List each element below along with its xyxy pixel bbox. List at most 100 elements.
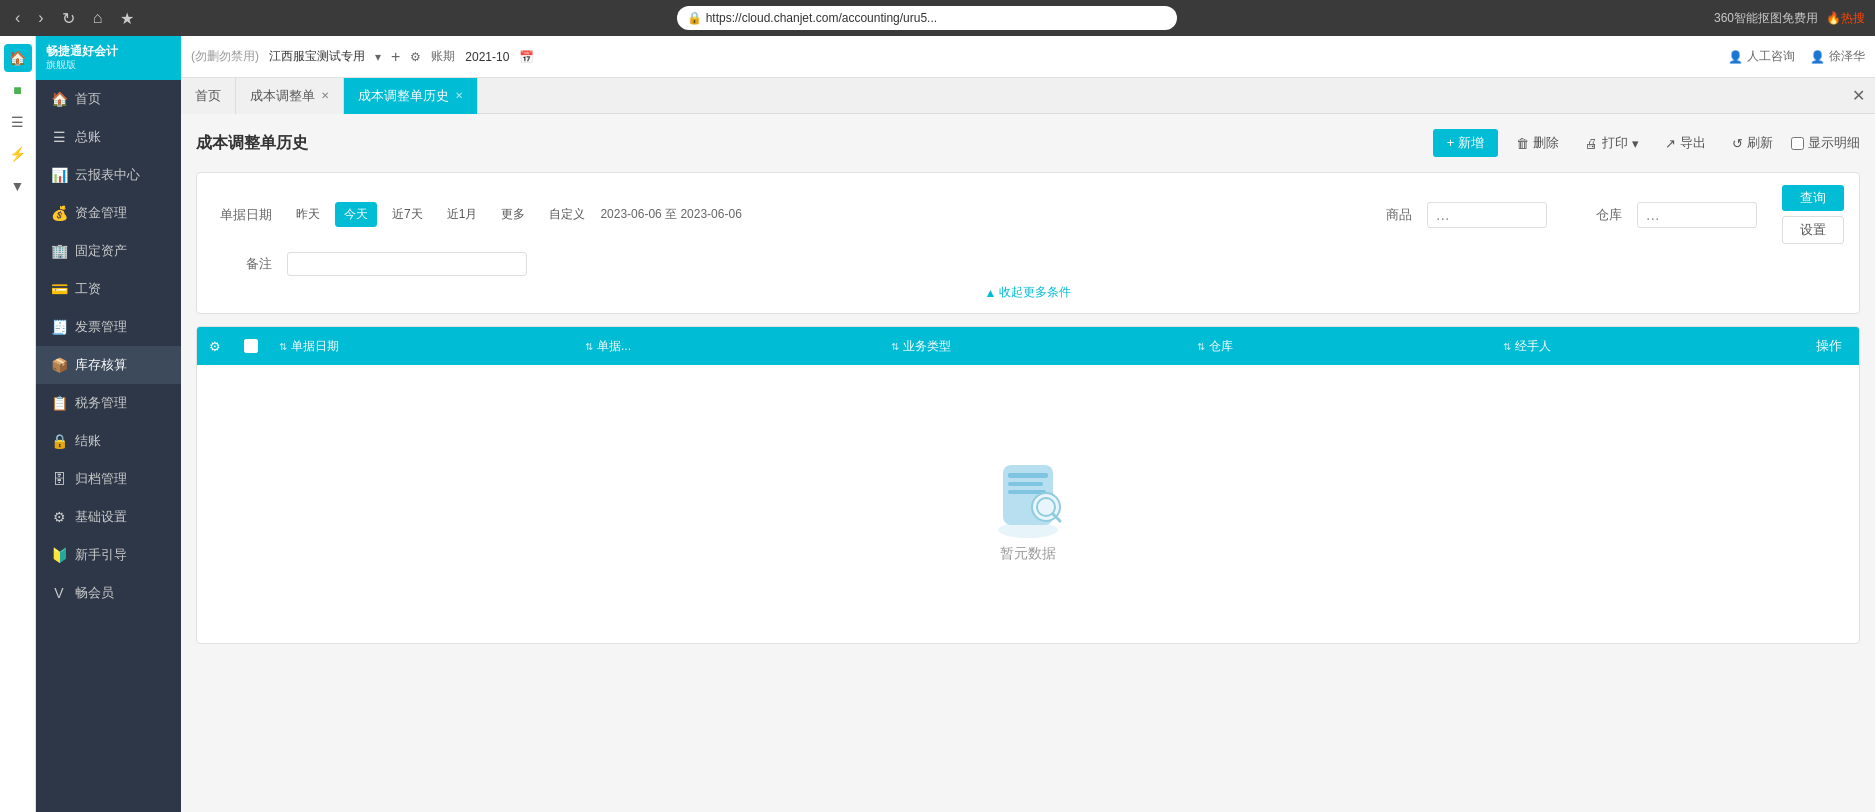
rail-icon-5[interactable]: ▼ (4, 172, 32, 200)
date-btn-yesterday[interactable]: 昨天 (287, 202, 329, 227)
refresh-button[interactable]: ↺ 刷新 (1724, 130, 1781, 156)
tab-cost-adjust[interactable]: 成本调整单 ✕ (236, 78, 344, 114)
sidebar-item-archive[interactable]: 🗄 归档管理 (36, 460, 181, 498)
sidebar-item-assets[interactable]: 🏢 固定资产 (36, 232, 181, 270)
empty-text: 暂元数据 (1000, 545, 1056, 563)
tab-cost-adjust-history[interactable]: 成本调整单历史 ✕ (344, 78, 478, 114)
sidebar-item-home[interactable]: 🏠 首页 (36, 80, 181, 118)
sidebar-logo: 畅捷通好会计 旗舰版 (36, 36, 181, 80)
home-icon: 🏠 (51, 91, 67, 107)
date-btn-more[interactable]: 更多 (492, 202, 534, 227)
user-profile[interactable]: 👤 徐泽华 (1810, 48, 1865, 65)
sidebar-item-funds[interactable]: 💰 资金管理 (36, 194, 181, 232)
panel-close-button[interactable]: ✕ (1852, 86, 1865, 105)
sidebar: 畅捷通好会计 旗舰版 🏠 首页 ☰ 总账 📊 云报表中心 💰 资金管理 🏢 固定… (36, 36, 181, 812)
svg-rect-2 (1008, 473, 1048, 478)
page-actions: + 新增 🗑 删除 🖨 打印 ▾ ↗ 导出 ↺ (1433, 129, 1860, 157)
service-link[interactable]: 👤 人工咨询 (1728, 48, 1795, 65)
address-bar[interactable]: 🔒 https://cloud.chanjet.com/accounting/u… (677, 6, 1177, 30)
tab-history-close[interactable]: ✕ (455, 90, 463, 101)
th-date-sort-icon: ⇅ (279, 341, 287, 352)
ledger-icon: ☰ (51, 129, 67, 145)
th-biz-type[interactable]: ⇅ 业务类型 (881, 338, 1187, 355)
search-tool[interactable]: 360智能抠图免费用 (1714, 10, 1818, 27)
rail-icon-3[interactable]: ☰ (4, 108, 32, 136)
goods-filter-label: 商品 (1352, 206, 1412, 224)
th-handler[interactable]: ⇅ 经手人 (1493, 338, 1799, 355)
th-date[interactable]: ⇅ 单据日期 (269, 338, 575, 355)
print-dropdown-icon[interactable]: ▾ (1632, 136, 1639, 151)
show-detail-input[interactable] (1791, 137, 1804, 150)
date-range-display: 2023-06-06 至 2023-06-06 (600, 206, 741, 223)
query-button[interactable]: 查询 (1782, 185, 1844, 211)
salary-icon: 💳 (51, 281, 67, 297)
print-button[interactable]: 🖨 打印 ▾ (1577, 130, 1647, 156)
forward-button[interactable]: › (33, 7, 48, 29)
back-button[interactable]: ‹ (10, 7, 25, 29)
sidebar-item-guide[interactable]: 🔰 新手引导 (36, 536, 181, 574)
export-button[interactable]: ↗ 导出 (1657, 130, 1714, 156)
new-button[interactable]: + 新增 (1433, 129, 1498, 157)
date-btn-1month[interactable]: 近1月 (438, 202, 487, 227)
sidebar-item-tax[interactable]: 📋 税务管理 (36, 384, 181, 422)
date-btn-today[interactable]: 今天 (335, 202, 377, 227)
sidebar-label-invoice: 发票管理 (75, 318, 127, 336)
sidebar-label-ledger: 总账 (75, 128, 101, 146)
empty-illustration (978, 445, 1078, 545)
rail-icon-2[interactable]: ■ (4, 76, 32, 104)
star-button[interactable]: ★ (115, 7, 139, 30)
delete-button[interactable]: 🗑 删除 (1508, 130, 1567, 156)
rail-icon-home[interactable]: 🏠 (4, 44, 32, 72)
collapse-button[interactable]: ▲ 收起更多条件 (985, 284, 1072, 301)
sidebar-label-member: 畅会员 (75, 584, 114, 602)
warehouse-select[interactable]: ... (1637, 202, 1757, 228)
goods-select[interactable]: ... (1427, 202, 1547, 228)
add-icon[interactable]: + (391, 48, 400, 66)
refresh-button[interactable]: ↻ (57, 7, 80, 30)
th-warehouse[interactable]: ⇅ 仓库 (1187, 338, 1493, 355)
sidebar-item-invoice[interactable]: 🧾 发票管理 (36, 308, 181, 346)
table-select-all[interactable] (233, 339, 269, 353)
browser-chrome: ‹ › ↻ ⌂ ★ 🔒 https://cloud.chanjet.com/ac… (0, 0, 1875, 36)
table-settings-icon[interactable]: ⚙ (197, 339, 233, 354)
show-detail-checkbox[interactable]: 显示明细 (1791, 134, 1860, 152)
th-number[interactable]: ⇅ 单据... (575, 338, 881, 355)
logo-text: 畅捷通好会计 (46, 44, 118, 58)
select-all-checkbox[interactable] (244, 339, 258, 353)
page-content-area: 成本调整单历史 + 新增 🗑 删除 🖨 打印 ▾ ↗ 导出 (181, 114, 1875, 812)
main-content: (勿删勿禁用) 江西服宝测试专用 ▾ + ⚙ 账期 2021-10 📅 👤 人工… (181, 36, 1875, 812)
filter-settings-button[interactable]: 设置 (1782, 216, 1844, 244)
sidebar-item-member[interactable]: V 畅会员 (36, 574, 181, 612)
top-bar: (勿删勿禁用) 江西服宝测试专用 ▾ + ⚙ 账期 2021-10 📅 👤 人工… (181, 36, 1875, 78)
sidebar-label-tax: 税务管理 (75, 394, 127, 412)
empty-state: 暂元数据 (197, 365, 1859, 643)
tab-cost-adjust-close[interactable]: ✕ (321, 90, 329, 101)
calendar-icon[interactable]: 📅 (519, 50, 534, 64)
sidebar-label-home: 首页 (75, 90, 101, 108)
tab-bar: 首页 成本调整单 ✕ 成本调整单历史 ✕ ✕ (181, 78, 1875, 114)
sidebar-item-closing[interactable]: 🔒 结账 (36, 422, 181, 460)
date-btn-7days[interactable]: 近7天 (383, 202, 432, 227)
date-btn-custom[interactable]: 自定义 (540, 202, 594, 227)
tab-home[interactable]: 首页 (181, 78, 236, 114)
sidebar-label-funds: 资金管理 (75, 204, 127, 222)
sidebar-item-reports[interactable]: 📊 云报表中心 (36, 156, 181, 194)
note-input[interactable] (287, 252, 527, 276)
rail-icon-4[interactable]: ⚡ (4, 140, 32, 168)
sidebar-item-ledger[interactable]: ☰ 总账 (36, 118, 181, 156)
sidebar-item-salary[interactable]: 💳 工资 (36, 270, 181, 308)
table-header: ⚙ ⇅ 单据日期 ⇅ 单据... ⇅ 业务类型 (197, 327, 1859, 365)
sidebar-item-inventory[interactable]: 📦 库存核算 (36, 346, 181, 384)
delete-icon: 🗑 (1516, 136, 1529, 151)
settings-gear-icon[interactable]: ⚙ (410, 50, 421, 64)
th-warehouse-sort-icon: ⇅ (1197, 341, 1205, 352)
home-button[interactable]: ⌂ (88, 7, 108, 29)
filter-row-1: 单据日期 昨天 今天 近7天 近1月 更多 自定义 2023-06-06 至 2… (212, 185, 1844, 244)
period-label: 账期 (431, 48, 455, 65)
page-title: 成本调整单历史 (196, 133, 308, 154)
dropdown-icon[interactable]: ▾ (375, 50, 381, 64)
tab-home-label: 首页 (195, 87, 221, 105)
th-biztype-sort-icon: ⇅ (891, 341, 899, 352)
sidebar-item-settings[interactable]: ⚙ 基础设置 (36, 498, 181, 536)
collapse-label: 收起更多条件 (999, 284, 1071, 301)
